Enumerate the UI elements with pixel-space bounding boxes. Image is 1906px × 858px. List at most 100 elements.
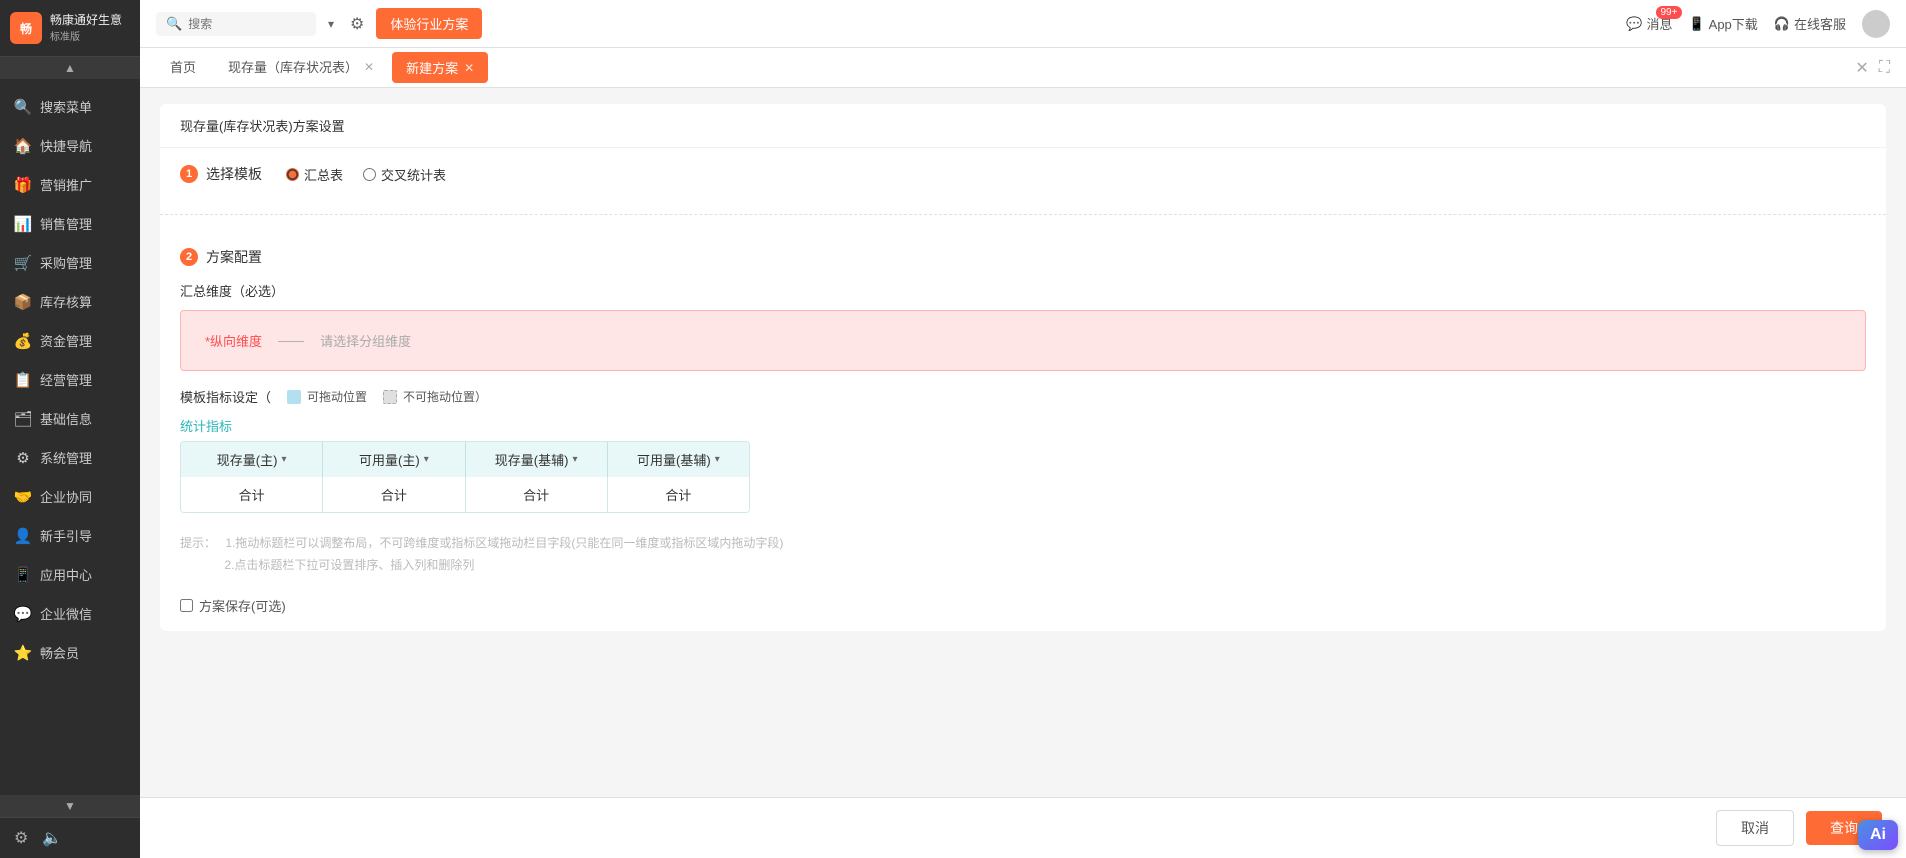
search-box[interactable]: 🔍	[156, 12, 316, 36]
window-expand-icon[interactable]: ⛶	[1879, 59, 1890, 77]
sidebar-item-appstore[interactable]: 📱 应用中心	[0, 555, 140, 594]
industry-solution-button[interactable]: 体验行业方案	[376, 8, 482, 39]
user-icon: 👤	[14, 527, 32, 545]
required-label: *纵向维度	[205, 331, 262, 350]
tab-new-plan[interactable]: 新建方案 ✕	[392, 52, 488, 83]
legend-draggable-item: 可拖动位置	[287, 388, 367, 405]
save-option-row: 方案保存(可选)	[180, 596, 1866, 615]
search-dropdown-icon[interactable]: ▾	[328, 17, 334, 31]
tip-row-1: 提示： 1.拖动标题栏可以调整布局，不可跨维度或指标区域拖动栏目字段(只能在同一…	[180, 533, 1866, 555]
sidebar-item-marketing[interactable]: 🎁 营销推广	[0, 165, 140, 204]
col-body-2: 合计	[466, 477, 608, 512]
action-bar: 取消 查询	[140, 797, 1906, 858]
stats-table-body: 合计 合计 合计 合计	[181, 477, 749, 512]
step1-section: 1 选择模板 汇总表 交叉统计表	[160, 148, 1886, 214]
mobile-icon: 📱	[14, 566, 32, 584]
tip-row-2: 2.点击标题栏下拉可设置排序、插入列和删除列	[180, 555, 1866, 577]
sidebar-item-sales[interactable]: 📊 销售管理	[0, 204, 140, 243]
legend-draggable-text: 可拖动位置	[307, 388, 367, 405]
step1-header: 1 选择模板 汇总表 交叉统计表	[180, 164, 1866, 184]
sidebar-item-finance[interactable]: 💰 资金管理	[0, 321, 140, 360]
app-logo-text: 畅康通好生意 标准版	[50, 13, 122, 44]
gear-icon: ⚙	[14, 449, 32, 467]
sidebar-scroll-down[interactable]: ▼	[0, 795, 140, 817]
col-header-1[interactable]: 可用量(主) ▾	[323, 442, 465, 477]
step2-badge: 2	[180, 248, 198, 266]
tab-new-plan-close[interactable]: ✕	[464, 61, 474, 75]
sidebar-item-purchase[interactable]: 🛒 采购管理	[0, 243, 140, 282]
save-option-label: 方案保存(可选)	[199, 596, 286, 615]
sidebar-item-business[interactable]: 📋 经营管理	[0, 360, 140, 399]
cancel-button[interactable]: 取消	[1716, 810, 1794, 846]
headset-icon: 🎧	[1774, 16, 1790, 32]
home-icon: 🏠	[14, 137, 32, 155]
tips-area: 提示： 1.拖动标题栏可以调整布局，不可跨维度或指标区域拖动栏目字段(只能在同一…	[180, 533, 1866, 576]
col-chevron-3[interactable]: ▾	[715, 454, 720, 465]
required-dash: ——	[278, 333, 304, 348]
money-icon: 💰	[14, 332, 32, 350]
sidebar-item-inventory[interactable]: 📦 库存核算	[0, 282, 140, 321]
template-cross-radio[interactable]	[363, 168, 376, 181]
sidebar-item-newbie[interactable]: 👤 新手引导	[0, 516, 140, 555]
user-avatar[interactable]	[1862, 10, 1890, 38]
sidebar-item-contract[interactable]: 🤝 企业协同	[0, 477, 140, 516]
window-close-icon[interactable]: ✕	[1855, 58, 1868, 78]
app-download-button[interactable]: 📱 App下载	[1688, 14, 1757, 33]
dimension-placeholder[interactable]: 请选择分组维度	[320, 331, 411, 350]
col-chevron-2[interactable]: ▾	[572, 454, 577, 465]
star-icon: ⭐	[14, 644, 32, 662]
topbar: 🔍 ▾ ⚙ 体验行业方案 💬 消息 99+ 📱 App下载 🎧 在线客服	[140, 0, 1906, 48]
sidebar-logo: 畅 畅康通好生意 标准版	[0, 0, 140, 57]
sidebar-item-search[interactable]: 🔍 搜索菜单	[0, 87, 140, 126]
sidebar-item-shortcut[interactable]: 🏠 快捷导航	[0, 126, 140, 165]
sidebar-scroll-up[interactable]: ▲	[0, 57, 140, 79]
sidebar-item-wechat[interactable]: 💬 企业微信	[0, 594, 140, 633]
search-icon-topbar: 🔍	[166, 16, 182, 32]
col-chevron-0[interactable]: ▾	[281, 454, 286, 465]
sidebar-item-basic[interactable]: 🗂 基础信息	[0, 399, 140, 438]
cart-icon: 🛒	[14, 254, 32, 272]
col-chevron-1[interactable]: ▾	[424, 454, 429, 465]
search-input[interactable]	[188, 17, 306, 31]
step2-title: 方案配置	[206, 247, 262, 267]
sidebar-nav: 🔍 搜索菜单 🏠 快捷导航 🎁 营销推广 📊 销售管理 🛒 采购管理 📦 库存核…	[0, 79, 140, 795]
customer-service-button[interactable]: 🎧 在线客服	[1774, 14, 1846, 33]
template-cross-option[interactable]: 交叉统计表	[363, 165, 446, 184]
sidebar: 畅 畅康通好生意 标准版 ▲ 🔍 搜索菜单 🏠 快捷导航 🎁 营销推广 📊 销售…	[0, 0, 140, 858]
clipboard-icon: 📋	[14, 371, 32, 389]
required-dimension-row: *纵向维度 —— 请选择分组维度	[205, 331, 1841, 350]
box-icon: 📦	[14, 293, 32, 311]
tab-inventory-close[interactable]: ✕	[364, 60, 374, 74]
stats-table-header: 现存量(主) ▾ 可用量(主) ▾ 现存量(基辅) ▾ 可用量(基辅)	[181, 442, 749, 477]
tab-inventory[interactable]: 现存量（库存状况表） ✕	[214, 49, 388, 86]
col-header-3[interactable]: 可用量(基辅) ▾	[608, 442, 749, 477]
template-summary-option[interactable]: 汇总表	[286, 165, 343, 184]
tab-home[interactable]: 首页	[156, 49, 210, 86]
tabbar: 首页 现存量（库存状况表） ✕ 新建方案 ✕ ✕ ⛶	[140, 48, 1906, 88]
audio-footer-icon[interactable]: 🔈	[42, 828, 62, 848]
message-button[interactable]: 💬 消息 99+	[1626, 14, 1672, 33]
handshake-icon: 🤝	[14, 488, 32, 506]
legend-fixed-text: 不可拖动位置）	[403, 388, 487, 405]
settings-footer-icon[interactable]: ⚙	[14, 828, 28, 848]
topbar-gear-icon[interactable]: ⚙	[350, 14, 364, 34]
legend-fixed-box	[383, 390, 397, 404]
stats-table: 现存量(主) ▾ 可用量(主) ▾ 现存量(基辅) ▾ 可用量(基辅)	[180, 441, 750, 513]
template-radio-group: 汇总表 交叉统计表	[286, 165, 446, 184]
col-header-2[interactable]: 现存量(基辅) ▾	[466, 442, 608, 477]
sidebar-footer: ⚙ 🔈	[0, 817, 140, 858]
template-summary-radio[interactable]	[286, 168, 299, 181]
message-icon: 💬	[1626, 16, 1642, 32]
app-logo-icon: 畅	[10, 12, 42, 44]
legend-draggable-box	[287, 390, 301, 404]
sidebar-item-system[interactable]: ⚙ 系统管理	[0, 438, 140, 477]
settings-panel: 现存量(库存状况表)方案设置 1 选择模板 汇总表 交叉统计表	[160, 104, 1886, 631]
step2-section: 2 方案配置 汇总维度（必选） *纵向维度 —— 请选择分组维度 模板指标	[160, 231, 1886, 631]
required-dimension-area[interactable]: *纵向维度 —— 请选择分组维度	[180, 310, 1866, 371]
col-header-0[interactable]: 现存量(主) ▾	[181, 442, 323, 477]
col-body-3: 合计	[608, 477, 749, 512]
topbar-right: 💬 消息 99+ 📱 App下载 🎧 在线客服	[1626, 10, 1890, 38]
ai-fab-button[interactable]: Ai	[1858, 820, 1898, 850]
sidebar-item-vip[interactable]: ⭐ 畅会员	[0, 633, 140, 672]
save-option-checkbox[interactable]	[180, 599, 193, 612]
